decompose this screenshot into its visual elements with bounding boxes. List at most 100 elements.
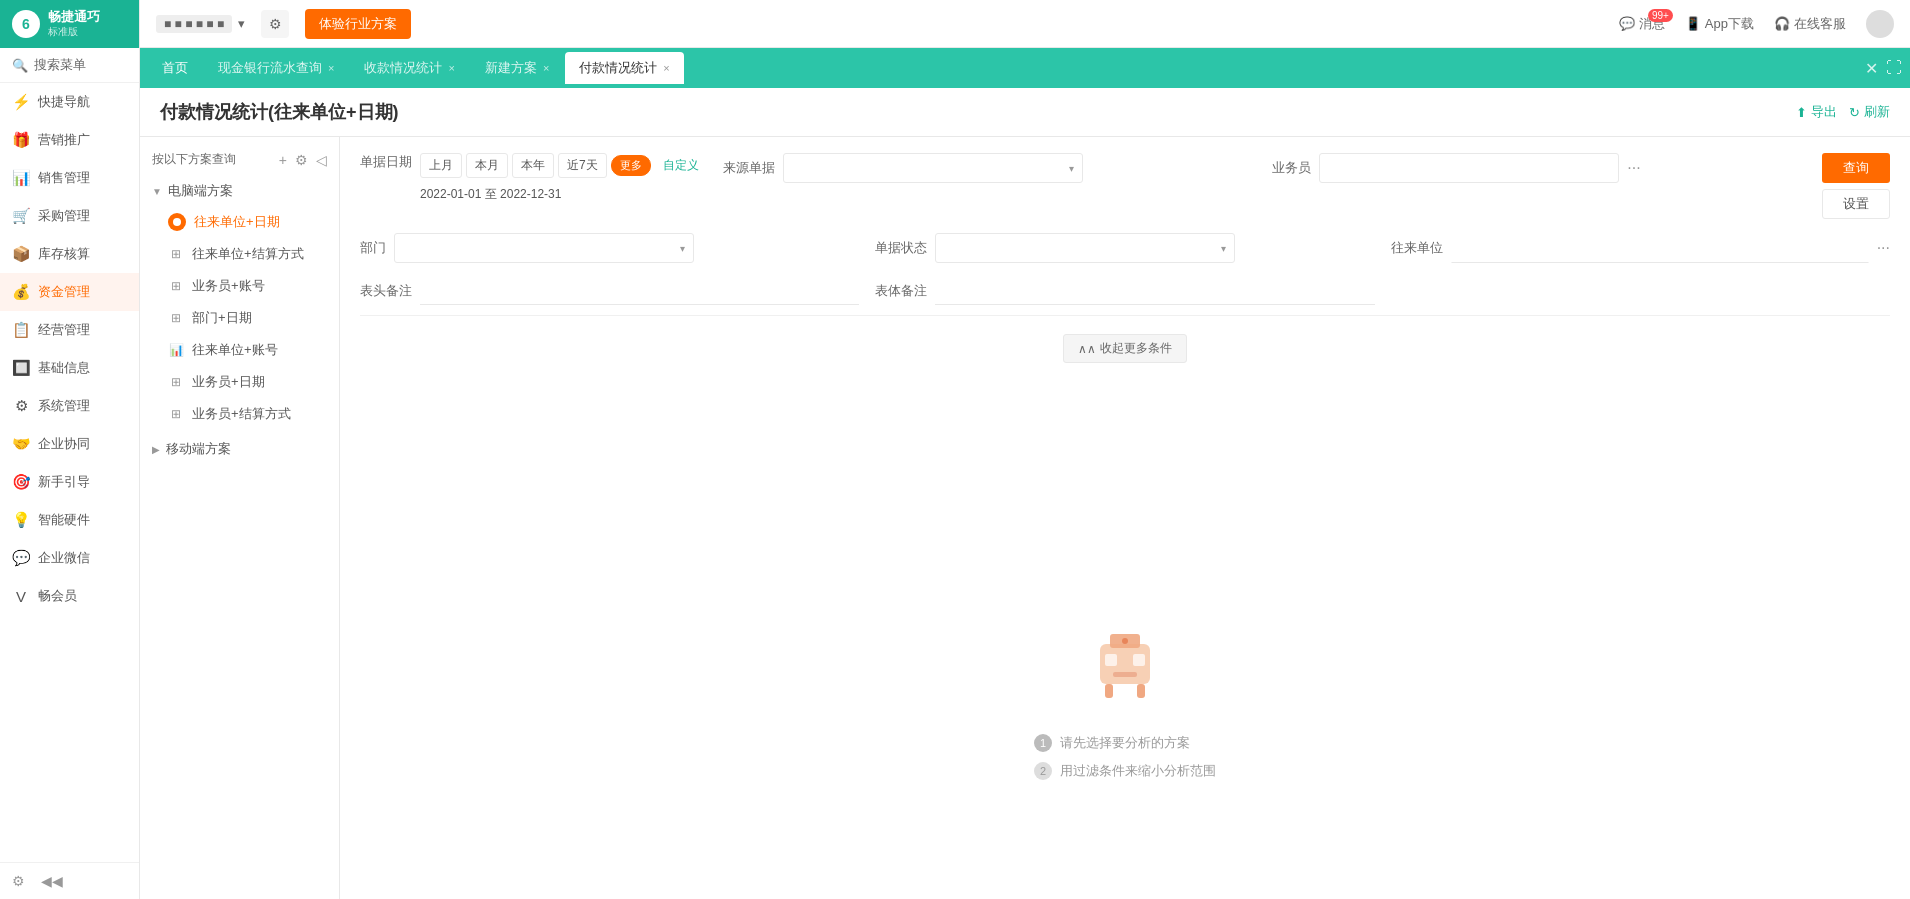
last-7-days-btn[interactable]: 近7天 bbox=[558, 153, 607, 178]
scheme-item-label: 往来单位+账号 bbox=[192, 341, 278, 359]
sidebar-item-guide[interactable]: 🎯新手引导 bbox=[0, 463, 139, 501]
customer-service-btn[interactable]: 🎧 在线客服 bbox=[1774, 15, 1846, 33]
tab-home[interactable]: 首页 bbox=[148, 52, 202, 84]
notifications-btn[interactable]: 💬 消息 99+ bbox=[1619, 15, 1665, 33]
scheme-item-label: 往来单位+结算方式 bbox=[192, 245, 304, 263]
source-select[interactable]: ▾ bbox=[783, 153, 1083, 183]
sidebar-item-marketing[interactable]: 🎁营销推广 bbox=[0, 121, 139, 159]
app-download-btn[interactable]: 📱 App下载 bbox=[1685, 15, 1754, 33]
more-dates-btn[interactable]: 更多 bbox=[611, 155, 651, 176]
nav-icon-member: V bbox=[12, 587, 30, 605]
partner-input[interactable] bbox=[1451, 233, 1869, 263]
settings-footer-btn[interactable]: ⚙ bbox=[12, 873, 25, 889]
content-area: 付款情况统计(往来单位+日期) ⬆ 导出 ↻ 刷新 按以下方案查询 + bbox=[140, 88, 1910, 899]
this-month-btn[interactable]: 本月 bbox=[466, 153, 508, 178]
scheme-item-staff-date[interactable]: ⊞ 业务员+日期 bbox=[140, 366, 339, 398]
tab-new-scheme[interactable]: 新建方案 × bbox=[471, 52, 563, 84]
scheme-item-icon: ⊞ bbox=[168, 278, 184, 294]
topbar-gear-btn[interactable]: ⚙ bbox=[261, 10, 289, 38]
customer-service-label: 在线客服 bbox=[1794, 15, 1846, 33]
last-month-btn[interactable]: 上月 bbox=[420, 153, 462, 178]
tab-label-new-scheme: 新建方案 bbox=[485, 59, 537, 77]
sidebar-item-weixin[interactable]: 💬企业微信 bbox=[0, 539, 139, 577]
query-btn[interactable]: 查询 bbox=[1822, 153, 1890, 183]
app-download-label: App下载 bbox=[1705, 15, 1754, 33]
filter-setting-btn[interactable]: 设置 bbox=[1822, 189, 1890, 219]
empty-state: 1 请先选择要分析的方案 2 用过滤条件来缩小分析范围 bbox=[340, 494, 1910, 899]
notifications-badge: 99+ bbox=[1648, 9, 1673, 22]
tab-close-new-scheme[interactable]: × bbox=[543, 62, 549, 74]
filter-actions: 查询 设置 bbox=[1822, 153, 1890, 219]
dept-select[interactable]: ▾ bbox=[394, 233, 694, 263]
export-icon: ⬆ bbox=[1796, 105, 1807, 120]
sidebar-item-member[interactable]: V畅会员 bbox=[0, 577, 139, 615]
scheme-item-partner-account[interactable]: 📊 往来单位+账号 bbox=[140, 334, 339, 366]
dept-chevron-icon: ▾ bbox=[680, 243, 685, 254]
nav-icon-cooperation: 🤝 bbox=[12, 435, 30, 453]
industry-plan-btn[interactable]: 体验行业方案 bbox=[305, 9, 411, 39]
nav-icon-quick-nav: ⚡ bbox=[12, 93, 30, 111]
scheme-item-partner-date[interactable]: 往来单位+日期 bbox=[140, 206, 339, 238]
sidebar-item-hardware[interactable]: 💡智能硬件 bbox=[0, 501, 139, 539]
scheme-settings-btn[interactable]: ⚙ bbox=[295, 152, 308, 168]
sidebar-item-inventory[interactable]: 📦库存核算 bbox=[0, 235, 139, 273]
scheme-collapse-btn[interactable]: ◁ bbox=[316, 152, 327, 168]
partner-dots-btn[interactable]: ··· bbox=[1877, 239, 1890, 257]
phone-icon: 📱 bbox=[1685, 16, 1701, 31]
sidebar-item-system[interactable]: ⚙系统管理 bbox=[0, 387, 139, 425]
desktop-arrow-icon: ▼ bbox=[152, 186, 162, 197]
custom-date-btn[interactable]: 自定义 bbox=[655, 154, 707, 177]
tab-bank-flow[interactable]: 现金银行流水查询× bbox=[204, 52, 348, 84]
nav-icon-weixin: 💬 bbox=[12, 549, 30, 567]
doc-status-label: 单据状态 bbox=[875, 239, 927, 257]
scheme-add-btn[interactable]: + bbox=[279, 152, 287, 168]
sidebar-item-purchase[interactable]: 🛒采购管理 bbox=[0, 197, 139, 235]
chevron-down-icon: ▾ bbox=[238, 16, 245, 31]
sidebar-item-quick-nav[interactable]: ⚡快捷导航 bbox=[0, 83, 139, 121]
export-btn[interactable]: ⬆ 导出 bbox=[1796, 103, 1837, 121]
collapse-filter-btn[interactable]: ∧∧ 收起更多条件 bbox=[1063, 334, 1187, 363]
sidebar-item-basic[interactable]: 🔲基础信息 bbox=[0, 349, 139, 387]
tab-close-receivable-stat[interactable]: × bbox=[448, 62, 454, 74]
close-all-tabs-btn[interactable]: ✕ bbox=[1865, 59, 1878, 78]
scheme-item-partner-settle[interactable]: ⊞ 往来单位+结算方式 bbox=[140, 238, 339, 270]
staff-select[interactable] bbox=[1319, 153, 1619, 183]
scheme-item-icon: ⊞ bbox=[168, 310, 184, 326]
scheme-item-staff-settle[interactable]: ⊞ 业务员+结算方式 bbox=[140, 398, 339, 430]
tab-receivable-stat[interactable]: 收款情况统计× bbox=[350, 52, 468, 84]
this-year-btn[interactable]: 本年 bbox=[512, 153, 554, 178]
svg-rect-5 bbox=[1113, 672, 1137, 677]
sidebar-item-cooperation[interactable]: 🤝 企业协同 bbox=[0, 425, 139, 463]
sidebar-item-fund[interactable]: 💰资金管理 bbox=[0, 273, 139, 311]
sidebar-footer: ⚙ ◀◀ bbox=[0, 862, 139, 899]
active-scheme-indicator bbox=[168, 213, 186, 231]
tab-close-bank-flow[interactable]: × bbox=[328, 62, 334, 74]
company-selector[interactable]: ■ ■ ■ ■ ■ ■ ▾ bbox=[156, 15, 245, 33]
nav-icon-hardware: 💡 bbox=[12, 511, 30, 529]
tab-payment-stat[interactable]: 付款情况统计× bbox=[565, 52, 683, 84]
scheme-item-staff-account[interactable]: ⊞ 业务员+账号 bbox=[140, 270, 339, 302]
expand-btn[interactable]: ⛶ bbox=[1886, 59, 1902, 78]
scheme-section-mobile-header[interactable]: ▶ 移动端方案 bbox=[140, 434, 339, 464]
tabs-actions: ✕ ⛶ bbox=[1865, 59, 1902, 78]
scheme-item-dept-date[interactable]: ⊞ 部门+日期 bbox=[140, 302, 339, 334]
nav-label-basic: 基础信息 bbox=[38, 359, 90, 377]
date-label: 单据日期 bbox=[360, 153, 412, 171]
scheme-section-desktop-header[interactable]: ▼ 电脑端方案 bbox=[140, 176, 339, 206]
user-avatar[interactable] bbox=[1866, 10, 1894, 38]
mobile-section-label: 移动端方案 bbox=[166, 440, 231, 458]
tip-1-text: 请先选择要分析的方案 bbox=[1060, 734, 1190, 752]
sidebar-header: 6 畅捷通巧 标准版 bbox=[0, 0, 139, 48]
search-menu[interactable]: 🔍 搜索菜单 bbox=[0, 48, 139, 83]
desktop-section-label: 电脑端方案 bbox=[168, 182, 233, 200]
sidebar-item-operation[interactable]: 📋经营管理 bbox=[0, 311, 139, 349]
nav-label-cooperation: 企业协同 bbox=[38, 435, 90, 453]
topbar-right: 💬 消息 99+ 📱 App下载 🎧 在线客服 bbox=[1619, 10, 1894, 38]
doc-status-select[interactable]: ▾ bbox=[935, 233, 1235, 263]
collapse-sidebar-btn[interactable]: ◀◀ bbox=[41, 873, 63, 889]
content-header: 付款情况统计(往来单位+日期) ⬆ 导出 ↻ 刷新 bbox=[140, 88, 1910, 137]
refresh-btn[interactable]: ↻ 刷新 bbox=[1849, 103, 1890, 121]
sidebar-item-sales[interactable]: 📊销售管理 bbox=[0, 159, 139, 197]
tab-close-payment-stat[interactable]: × bbox=[663, 62, 669, 74]
staff-dots-btn[interactable]: ··· bbox=[1627, 159, 1640, 177]
